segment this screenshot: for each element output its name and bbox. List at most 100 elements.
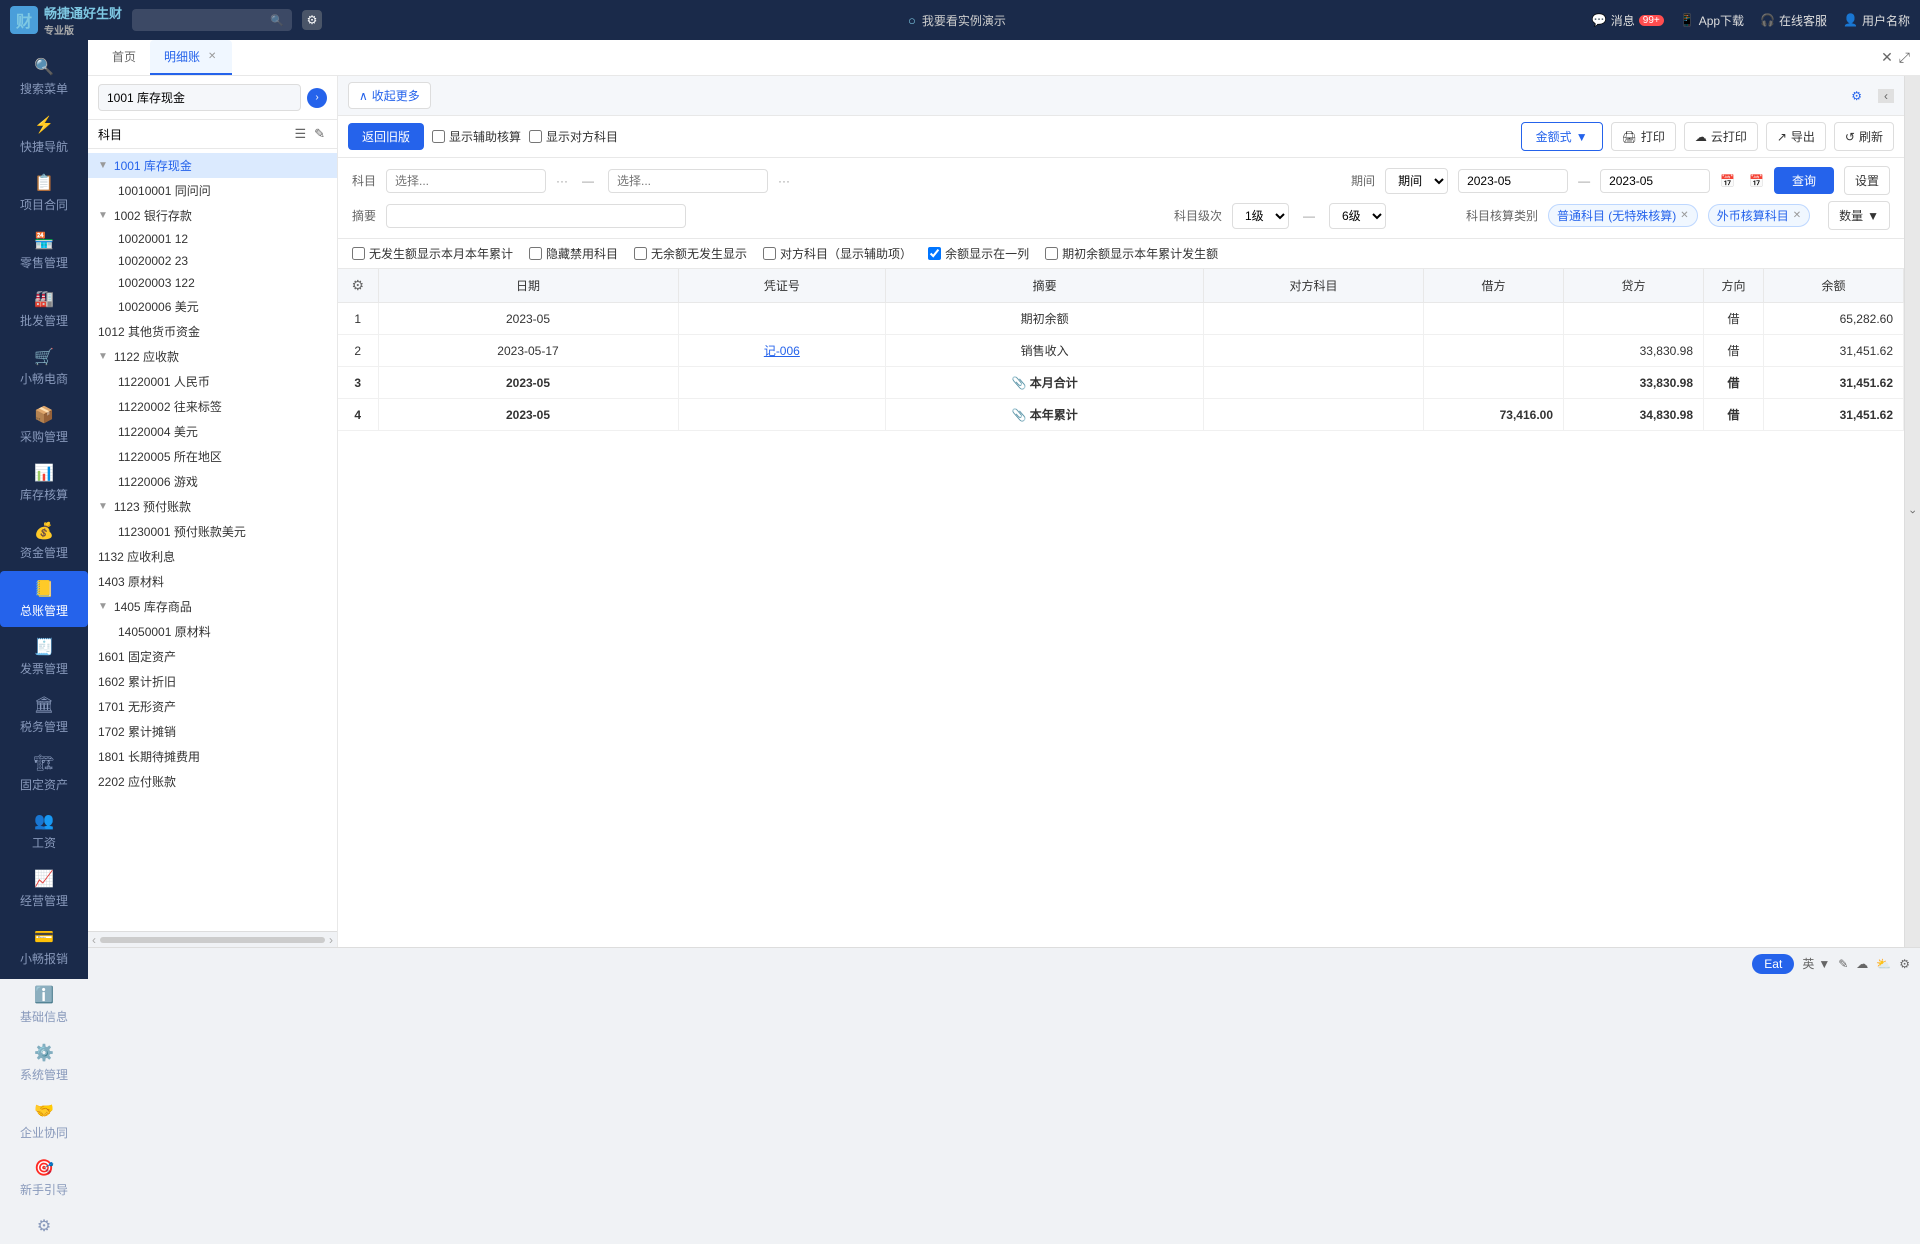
table-cell[interactable]: 记-006	[678, 335, 886, 367]
tree-item-2202[interactable]: 2202 应付账款	[88, 769, 337, 794]
tree-item-1405[interactable]: ▼ 1405 库存商品	[88, 594, 337, 619]
tree-item-1701[interactable]: 1701 无形资产	[88, 694, 337, 719]
tree-item-1122[interactable]: ▼ 1122 应收款	[88, 344, 337, 369]
sidebar-item-general-ledger[interactable]: 📒 总账管理	[0, 571, 88, 627]
voucher-link[interactable]: 记-006	[764, 344, 800, 358]
option-balance-column[interactable]: 余额显示在一列	[928, 245, 1029, 262]
edit-icon[interactable]: ✎	[312, 124, 327, 144]
tag-foreign-close[interactable]: ✕	[1793, 210, 1801, 221]
subject-end-input[interactable]	[608, 169, 768, 193]
sidebar-settings-btn[interactable]: ⚙	[0, 1208, 88, 1244]
subject-input[interactable]	[386, 169, 546, 193]
tab-detail[interactable]: 明细账 ✕	[150, 40, 232, 75]
sidebar-item-enterprise[interactable]: 🤝 企业协同	[0, 1093, 88, 1149]
sidebar-item-quick-nav[interactable]: ⚡ 快捷导航	[0, 107, 88, 163]
table-gear-icon[interactable]: ⚙	[351, 277, 364, 293]
option-hide-disabled[interactable]: 隐藏禁用科目	[529, 245, 618, 262]
option-no-balance[interactable]: 无余额无发生显示	[634, 245, 747, 262]
tree-item-11220006[interactable]: 11220006 游戏	[88, 469, 337, 494]
window-expand-btn[interactable]: ⤢	[1899, 49, 1910, 66]
cloud-btn-2[interactable]: ⛅	[1876, 957, 1891, 971]
level-end-select[interactable]: 6级	[1329, 203, 1386, 229]
tree-item-14050001[interactable]: 14050001 原材料	[88, 619, 337, 644]
sidebar-item-fixed-assets[interactable]: 🏗 固定资产	[0, 745, 88, 801]
sidebar-item-tax[interactable]: 🏛 税务管理	[0, 687, 88, 743]
window-close-btn[interactable]: ✕	[1881, 49, 1893, 66]
cloud-btn-1[interactable]: ☁	[1856, 957, 1868, 971]
eat-btn[interactable]: Eat	[1752, 954, 1794, 974]
query-settings-icon[interactable]: ⚙	[1843, 85, 1870, 107]
option-no-balance-input[interactable]	[634, 247, 647, 260]
message-btn[interactable]: 💬 消息 99+	[1592, 12, 1664, 29]
side-expand-btn[interactable]: ›	[1904, 76, 1920, 947]
sidebar-item-operation[interactable]: 📈 经营管理	[0, 861, 88, 917]
period-calendar-icon[interactable]: 📅	[1720, 174, 1735, 188]
tree-scroll-bar[interactable]: ‹ ›	[88, 931, 337, 947]
tree-item-10020006[interactable]: 10020006 美元	[88, 294, 337, 319]
settings-gear-icon[interactable]: ⚙	[302, 10, 322, 30]
period-end-input[interactable]	[1600, 169, 1710, 193]
tree-item-1002[interactable]: ▼ 1002 银行存款	[88, 203, 337, 228]
tree-item-1801[interactable]: 1801 长期待摊费用	[88, 744, 337, 769]
tree-item-11220005[interactable]: 11220005 所在地区	[88, 444, 337, 469]
top-search-input[interactable]	[132, 9, 292, 31]
sidebar-item-retail[interactable]: 🏪 零售管理	[0, 223, 88, 279]
sidebar-item-expense[interactable]: 💳 小畅报销	[0, 919, 88, 975]
tree-item-10010001[interactable]: 10010001 同问问	[88, 178, 337, 203]
option-contra-input[interactable]	[763, 247, 776, 260]
tree-item-1132[interactable]: 1132 应收利息	[88, 544, 337, 569]
tree-item-10020003[interactable]: 10020003 122	[88, 272, 337, 294]
show-contra-input[interactable]	[529, 130, 542, 143]
tree-item-10020002[interactable]: 10020002 23	[88, 250, 337, 272]
option-contra[interactable]: 对方科目（显示辅助项）	[763, 245, 912, 262]
sidebar-item-basic-info[interactable]: ℹ️ 基础信息	[0, 977, 88, 1033]
online-service-btn[interactable]: 🎧 在线客服	[1760, 12, 1827, 29]
quantity-btn[interactable]: 数量 ▼	[1828, 201, 1890, 230]
return-old-btn[interactable]: 返回旧版	[348, 123, 424, 150]
list-icon[interactable]: ☰	[292, 124, 308, 144]
refresh-btn[interactable]: ↺ 刷新	[1834, 122, 1894, 151]
tree-item-11230001[interactable]: 11230001 预付账款美元	[88, 519, 337, 544]
sidebar-item-ecommerce[interactable]: 🛒 小畅电商	[0, 339, 88, 395]
tree-item-11220004[interactable]: 11220004 美元	[88, 419, 337, 444]
sidebar-item-purchase[interactable]: 📦 采购管理	[0, 397, 88, 453]
setting-btn[interactable]: 设置	[1844, 166, 1890, 195]
option-no-occurrence-input[interactable]	[352, 247, 365, 260]
option-beginning-input[interactable]	[1045, 247, 1058, 260]
collapse-more-btn[interactable]: ∧ 收起更多	[348, 82, 431, 109]
show-auxiliary-checkbox[interactable]: 显示辅助核算	[432, 128, 521, 145]
demo-link[interactable]: ○ 我要看实例演示	[908, 12, 1006, 29]
option-hide-disabled-input[interactable]	[529, 247, 542, 260]
option-beginning[interactable]: 期初余额显示本年累计发生额	[1045, 245, 1218, 262]
query-btn[interactable]: 查询	[1774, 167, 1834, 194]
tree-item-1601[interactable]: 1601 固定资产	[88, 644, 337, 669]
summary-input[interactable]	[386, 204, 686, 228]
sidebar-item-search[interactable]: 🔍 搜索菜单	[0, 49, 88, 105]
export-btn[interactable]: ↗ 导出	[1766, 122, 1826, 151]
edit-btn[interactable]: ✎	[1838, 957, 1848, 971]
sidebar-item-capital[interactable]: 💰 资金管理	[0, 513, 88, 569]
sidebar-item-project-contract[interactable]: 📋 项目合同	[0, 165, 88, 221]
collapse-panel-btn[interactable]: ‹	[1878, 89, 1894, 103]
amount-format-btn[interactable]: 金额式 ▼	[1521, 122, 1603, 151]
nav-arrow-btn[interactable]: ›	[307, 88, 327, 108]
tree-item-11220001[interactable]: 11220001 人民币	[88, 369, 337, 394]
level-start-select[interactable]: 1级	[1232, 203, 1289, 229]
show-contra-checkbox[interactable]: 显示对方科目	[529, 128, 618, 145]
show-auxiliary-input[interactable]	[432, 130, 445, 143]
tree-item-10020001[interactable]: 10020001 12	[88, 228, 337, 250]
tab-close-icon[interactable]: ✕	[206, 50, 218, 63]
sidebar-item-invoice[interactable]: 🧾 发票管理	[0, 629, 88, 685]
tree-item-1602[interactable]: 1602 累计折旧	[88, 669, 337, 694]
tree-item-1403[interactable]: 1403 原材料	[88, 569, 337, 594]
period-calendar-end-icon[interactable]: 📅	[1749, 174, 1764, 188]
sidebar-item-wholesale[interactable]: 🏭 批发管理	[0, 281, 88, 337]
sidebar-item-salary[interactable]: 👥 工资	[0, 803, 88, 859]
print-btn[interactable]: 🖨 打印	[1611, 122, 1676, 151]
tag-normal-close[interactable]: ✕	[1680, 210, 1688, 221]
account-tree[interactable]: ▼ 1001 库存现金 10010001 同问问 ▼ 1002 银行存款 100…	[88, 149, 337, 931]
period-start-input[interactable]	[1458, 169, 1568, 193]
cloud-print-btn[interactable]: ☁ 云打印	[1684, 122, 1758, 151]
lang-btn[interactable]: 英 ▼	[1802, 955, 1830, 972]
tree-item-1012[interactable]: 1012 其他货币资金	[88, 319, 337, 344]
